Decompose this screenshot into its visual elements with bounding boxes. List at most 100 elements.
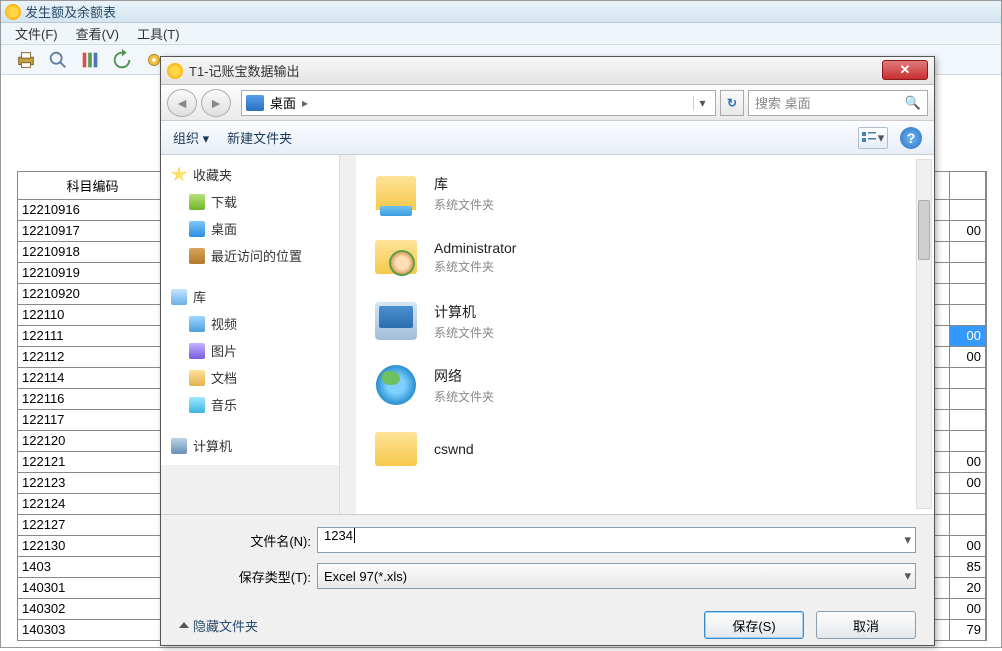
menu-view[interactable]: 查看(V) <box>76 24 119 43</box>
cell-end: 00 <box>950 599 986 619</box>
tree-music[interactable]: 音乐 <box>161 391 355 418</box>
forward-button[interactable]: ► <box>201 89 231 117</box>
view-mode-button[interactable]: ▾ <box>858 127 888 149</box>
help-button[interactable]: ? <box>900 127 922 149</box>
item-subtitle: 系统文件夹 <box>434 196 494 213</box>
filename-input[interactable]: 1234 ▾ <box>317 527 916 553</box>
cell-end: 00 <box>950 221 986 241</box>
list-item[interactable]: 库系统文件夹 <box>356 161 934 225</box>
filename-dropdown-icon[interactable]: ▾ <box>904 532 911 548</box>
filetype-label: 保存类型(T): <box>221 567 311 586</box>
newfolder-button[interactable]: 新建文件夹 <box>227 128 292 147</box>
tree-desktop[interactable]: 桌面 <box>161 215 355 242</box>
dialog-titlebar: T1-记账宝数据输出 ✕ <box>161 57 934 85</box>
cell-code: 122112 <box>18 347 168 367</box>
cell-end <box>950 368 986 388</box>
menu-tools[interactable]: 工具(T) <box>137 24 180 43</box>
close-button[interactable]: ✕ <box>882 60 928 80</box>
tree-favorites[interactable]: 收藏夹 <box>161 161 355 188</box>
print-icon[interactable] <box>15 49 37 71</box>
search-icon: 🔍 <box>905 95 921 111</box>
desktop-icon <box>189 221 205 237</box>
item-name: 网络 <box>434 366 494 386</box>
desktop-icon <box>246 95 264 111</box>
filelist-scrollbar[interactable] <box>916 159 932 509</box>
lib-icon <box>372 169 420 217</box>
tree-computer[interactable]: 计算机 <box>161 432 355 459</box>
header-code: 科目编码 <box>18 172 168 199</box>
save-button[interactable]: 保存(S) <box>704 611 804 639</box>
download-icon <box>189 194 205 210</box>
menubar: 文件(F) 查看(V) 工具(T) <box>1 23 1001 45</box>
app-icon <box>5 4 21 20</box>
refresh-button[interactable]: ↻ <box>720 90 744 116</box>
organize-button[interactable]: 组织 ▾ <box>173 128 209 147</box>
cell-end <box>950 431 986 451</box>
comp-icon <box>372 297 420 345</box>
cell-code: 1403 <box>18 557 168 577</box>
user-icon <box>372 233 420 281</box>
breadcrumb[interactable]: 桌面 <box>270 93 296 112</box>
cell-code: 12210917 <box>18 221 168 241</box>
video-icon <box>189 316 205 332</box>
cell-end <box>950 389 986 409</box>
filename-label: 文件名(N): <box>221 531 311 550</box>
cancel-button[interactable]: 取消 <box>816 611 916 639</box>
cell-end <box>950 263 986 283</box>
cell-code: 122127 <box>18 515 168 535</box>
search-icon[interactable] <box>47 49 69 71</box>
cell-end <box>950 410 986 430</box>
chevron-down-icon: ▾ <box>878 130 885 146</box>
menu-file[interactable]: 文件(F) <box>15 24 58 43</box>
item-name: cswnd <box>434 441 474 457</box>
cell-code: 122111 <box>18 326 168 346</box>
refresh-icon[interactable] <box>111 49 133 71</box>
folder-icon <box>372 425 420 473</box>
cell-end <box>950 305 986 325</box>
tree-videos[interactable]: 视频 <box>161 310 355 337</box>
file-list: 库系统文件夹Administrator系统文件夹计算机系统文件夹网络系统文件夹c… <box>356 155 934 514</box>
breadcrumb-arrow-icon[interactable]: ▸ <box>302 96 308 110</box>
tree-recent[interactable]: 最近访问的位置 <box>161 242 355 269</box>
picture-icon <box>189 343 205 359</box>
dialog-icon <box>167 63 183 79</box>
tree-documents[interactable]: 文档 <box>161 364 355 391</box>
tree-scrollbar[interactable] <box>339 155 356 514</box>
dialog-footer: 隐藏文件夹 保存(S) 取消 <box>161 599 934 651</box>
cell-code: 122110 <box>18 305 168 325</box>
star-icon <box>171 167 187 183</box>
net-icon <box>372 361 420 409</box>
list-item[interactable]: 计算机系统文件夹 <box>356 289 934 353</box>
list-item[interactable]: 网络系统文件夹 <box>356 353 934 417</box>
main-titlebar: 发生额及余额表 <box>1 1 1001 23</box>
cell-code: 122117 <box>18 410 168 430</box>
cell-end <box>950 200 986 220</box>
cell-code: 12210918 <box>18 242 168 262</box>
cell-end: 00 <box>950 347 986 367</box>
cell-code: 12210920 <box>18 284 168 304</box>
address-dropdown-icon[interactable]: ▾ <box>693 96 711 110</box>
item-name: 库 <box>434 174 494 194</box>
back-button[interactable]: ◄ <box>167 89 197 117</box>
recent-icon <box>189 248 205 264</box>
folder-tree: 收藏夹 下载 桌面 最近访问的位置 库 视频 图片 文档 音乐 计算机 <box>161 155 356 465</box>
cell-end: 20 <box>950 578 986 598</box>
cell-end: 00 <box>950 473 986 493</box>
filetype-select[interactable]: Excel 97(*.xls) ▾ <box>317 563 916 589</box>
hide-folders-toggle[interactable]: 隐藏文件夹 <box>179 616 258 635</box>
list-item[interactable]: cswnd <box>356 417 934 481</box>
cell-end: 00 <box>950 452 986 472</box>
tree-libraries[interactable]: 库 <box>161 283 355 310</box>
address-bar[interactable]: 桌面 ▸ ▾ <box>241 90 716 116</box>
search-input[interactable]: 搜索 桌面 🔍 <box>748 90 928 116</box>
filetype-dropdown-icon[interactable]: ▾ <box>904 568 911 584</box>
document-icon <box>189 370 205 386</box>
cell-end: 00 <box>950 326 986 346</box>
item-subtitle: 系统文件夹 <box>434 258 516 275</box>
header-end <box>950 172 986 199</box>
item-subtitle: 系统文件夹 <box>434 388 494 405</box>
tree-pictures[interactable]: 图片 <box>161 337 355 364</box>
list-item[interactable]: Administrator系统文件夹 <box>356 225 934 289</box>
filter-icon[interactable] <box>79 49 101 71</box>
tree-downloads[interactable]: 下载 <box>161 188 355 215</box>
